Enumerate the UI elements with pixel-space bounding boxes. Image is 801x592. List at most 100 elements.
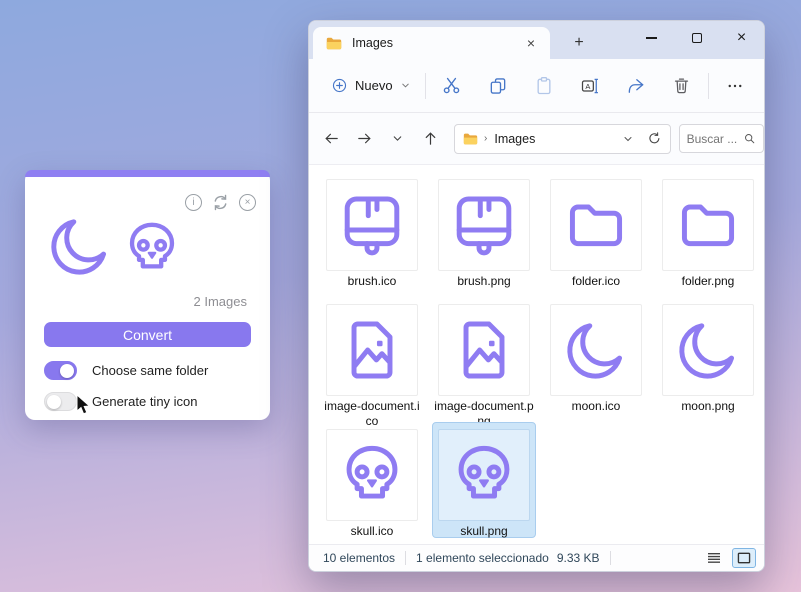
selection-count: 1 elemento seleccionado: [416, 551, 549, 565]
paste-icon: [537, 76, 551, 94]
search-box[interactable]: [678, 124, 764, 153]
file-name: moon.png: [681, 399, 735, 413]
forward-button[interactable]: [350, 125, 378, 153]
file-item[interactable]: skull.png: [432, 422, 536, 538]
thumbnail-view-icon: [737, 552, 751, 564]
file-thumbnail: [438, 429, 530, 521]
file-thumbnail: [326, 429, 418, 521]
toggle-label: Generate tiny icon: [92, 394, 198, 409]
rename-button[interactable]: A: [570, 68, 610, 104]
delete-button[interactable]: [662, 68, 702, 104]
chevron-down-icon: [401, 83, 409, 88]
new-tab-button[interactable]: +: [567, 31, 591, 55]
toggle-label: Choose same folder: [92, 363, 209, 378]
maximize-button[interactable]: [674, 21, 719, 55]
file-thumbnail: [438, 304, 530, 396]
tab-label: Images: [352, 36, 393, 50]
address-dropdown-icon[interactable]: [622, 133, 634, 145]
cut-button[interactable]: [432, 68, 472, 104]
titlebar: Images × + ×: [309, 21, 764, 59]
close-button[interactable]: ×: [719, 21, 764, 55]
back-button[interactable]: [317, 125, 345, 153]
chevron-down-icon: [393, 136, 401, 141]
refresh-icon[interactable]: [211, 193, 230, 212]
close-icon[interactable]: ×: [239, 194, 256, 211]
back-icon: [325, 133, 338, 144]
minimize-icon: [646, 37, 657, 39]
tab-close-icon[interactable]: ×: [522, 34, 540, 52]
file-name: brush.ico: [347, 274, 397, 288]
generate-tiny-icon-toggle[interactable]: [44, 392, 77, 411]
forward-icon: [357, 133, 370, 144]
item-count: 10 elementos: [323, 551, 396, 565]
file-name: skull.png: [460, 524, 508, 538]
info-icon[interactable]: i: [185, 194, 202, 211]
file-thumbnail: [326, 179, 418, 271]
maximize-icon: [691, 33, 702, 43]
search-input[interactable]: [686, 131, 743, 146]
image-count-label: 2 Images: [193, 294, 247, 309]
share-button[interactable]: [616, 68, 656, 104]
share-icon: [628, 78, 643, 93]
thumbnail-view-button[interactable]: [732, 548, 756, 568]
moon-preview-icon: [49, 215, 111, 279]
cut-icon: [443, 77, 460, 94]
command-bar: Nuevo A: [309, 59, 764, 113]
file-item[interactable]: skull.ico: [320, 422, 424, 538]
file-thumbnail: [438, 179, 530, 271]
address-bar[interactable]: › Images: [454, 123, 671, 154]
trash-icon: [675, 78, 689, 94]
file-grid: brush.ico brush.png folder.ico folder.pn…: [320, 172, 760, 544]
up-icon: [425, 132, 435, 145]
file-item[interactable]: moon.ico: [544, 297, 648, 413]
skull-preview-icon: [125, 221, 179, 279]
file-item[interactable]: brush.png: [432, 172, 536, 288]
status-bar: 10 elementos 1 elemento seleccionado 9.3…: [309, 544, 764, 571]
file-item[interactable]: folder.png: [656, 172, 760, 288]
up-button[interactable]: [416, 125, 444, 153]
file-thumbnail: [326, 304, 418, 396]
details-view-button[interactable]: [702, 548, 726, 568]
file-name: skull.ico: [350, 524, 394, 538]
file-item[interactable]: brush.ico: [320, 172, 424, 288]
file-item[interactable]: folder.ico: [544, 172, 648, 288]
refresh-icon[interactable]: [647, 131, 662, 146]
breadcrumb-separator: ›: [484, 133, 488, 144]
folder-icon: [463, 133, 478, 144]
new-button-label: Nuevo: [355, 78, 393, 93]
file-thumbnail: [550, 304, 642, 396]
accent-bar: [25, 170, 270, 177]
svg-text:A: A: [585, 81, 590, 90]
copy-icon: [490, 77, 505, 94]
mouse-cursor: [76, 394, 91, 415]
list-view-icon: [708, 553, 720, 563]
recent-locations-button[interactable]: [383, 125, 411, 153]
file-item[interactable]: image-document.png: [432, 297, 536, 428]
file-item[interactable]: moon.png: [656, 297, 760, 413]
file-name: folder.ico: [571, 274, 621, 288]
file-thumbnail: [662, 304, 754, 396]
convert-button[interactable]: Convert: [44, 322, 251, 347]
tab-images[interactable]: Images ×: [313, 27, 550, 59]
selection-size: 9.33 KB: [556, 551, 600, 565]
navigation-bar: › Images: [309, 113, 764, 165]
paste-button[interactable]: [524, 68, 564, 104]
more-options-button[interactable]: [715, 68, 755, 104]
search-icon: [744, 134, 754, 144]
breadcrumb-segment[interactable]: Images: [494, 132, 535, 146]
converter-window: i × 2 Images Convert Choose same folder …: [25, 170, 270, 420]
file-thumbnail: [662, 179, 754, 271]
file-name: brush.png: [457, 274, 511, 288]
file-item[interactable]: image-document.ico: [320, 297, 424, 428]
file-list-area[interactable]: brush.ico brush.png folder.ico folder.pn…: [309, 165, 764, 544]
file-name: moon.ico: [571, 399, 621, 413]
copy-button[interactable]: [478, 68, 518, 104]
choose-same-folder-toggle[interactable]: [44, 361, 77, 380]
file-name: folder.png: [681, 274, 735, 288]
folder-icon: [326, 37, 342, 49]
minimize-button[interactable]: [629, 21, 674, 55]
plus-circle-icon: [332, 78, 347, 93]
file-thumbnail: [550, 179, 642, 271]
new-button[interactable]: Nuevo: [323, 71, 419, 100]
file-explorer-window: Images × + × Nuevo A › Images Buscar ...…: [308, 20, 765, 572]
